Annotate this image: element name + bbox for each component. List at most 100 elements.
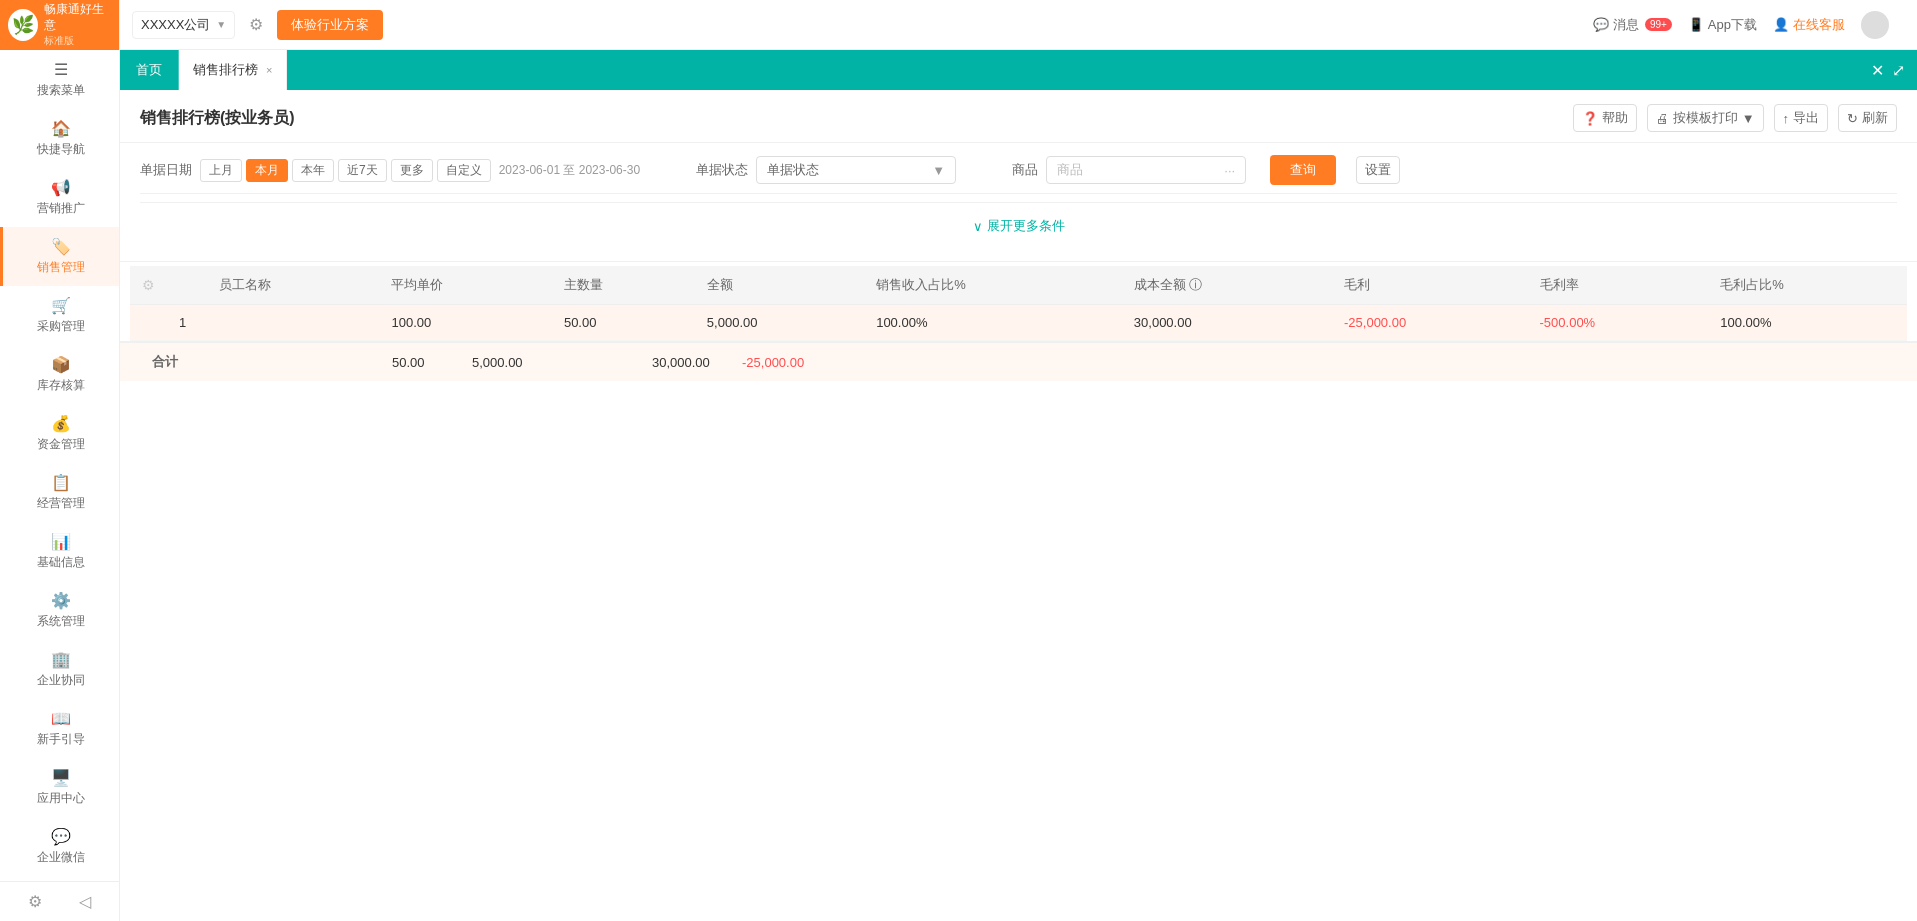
main-area: XXXXX公司 ▼ ⚙ 体验行业方案 💬 消息 99+ 📱 App下载 👤 在线… bbox=[120, 0, 1917, 921]
table-settings-icon[interactable]: ⚙ bbox=[142, 277, 155, 293]
col-header-profit: 毛利 bbox=[1332, 266, 1528, 305]
date-filter-label: 单据日期 bbox=[140, 161, 192, 179]
data-table: ⚙ 员工名称 平均单价 主数量 全额 销售收入占比% 成本全额 ⓘ 毛利 毛利率… bbox=[130, 266, 1907, 341]
message-badge: 99+ bbox=[1645, 18, 1672, 31]
sidebar-item-label: 快捷导航 bbox=[37, 141, 85, 158]
sidebar-item-enterprise[interactable]: 🏢 企业协同 bbox=[0, 640, 119, 699]
sidebar-item-marketing[interactable]: 📢 营销推广 bbox=[0, 168, 119, 227]
sidebar-item-purchase[interactable]: 🛒 采购管理 bbox=[0, 286, 119, 345]
tab-active-label: 销售排行榜 bbox=[193, 61, 258, 79]
sidebar-item-system[interactable]: ⚙️ 系统管理 bbox=[0, 581, 119, 640]
filter-row-1: 单据日期 上月 本月 本年 近7天 更多 自定义 2023-06-01 至 20… bbox=[140, 155, 1897, 185]
date-btn-last-month[interactable]: 上月 bbox=[200, 159, 242, 182]
cell-rank: 1 bbox=[167, 305, 207, 341]
online-service-btn[interactable]: 👤 在线客服 bbox=[1773, 16, 1845, 34]
col-header-amount: 全额 bbox=[695, 266, 864, 305]
page-actions: ❓ 帮助 🖨 按模板打印 ▼ ↑ 导出 ↻ 刷新 bbox=[1573, 104, 1897, 132]
message-btn[interactable]: 💬 消息 99+ bbox=[1593, 16, 1672, 34]
print-label: 按模板打印 bbox=[1673, 109, 1738, 127]
tab-home[interactable]: 首页 bbox=[120, 50, 179, 90]
date-filter-buttons: 上月 本月 本年 近7天 更多 自定义 bbox=[200, 159, 491, 182]
help-btn[interactable]: ❓ 帮助 bbox=[1573, 104, 1637, 132]
service-label: 在线客服 bbox=[1793, 16, 1845, 34]
sidebar-item-label: 营销推广 bbox=[37, 200, 85, 217]
expand-more-btn[interactable]: ∨ 展开更多条件 bbox=[973, 211, 1065, 241]
goods-filter: 商品 商品 ··· bbox=[1012, 156, 1246, 184]
date-btn-current-year[interactable]: 本年 bbox=[292, 159, 334, 182]
print-icon: 🖨 bbox=[1656, 111, 1669, 126]
industry-btn[interactable]: 体验行业方案 bbox=[277, 10, 383, 40]
tab-sales-ranking[interactable]: 销售排行榜 × bbox=[179, 50, 287, 90]
filter-bar: 单据日期 上月 本月 本年 近7天 更多 自定义 2023-06-01 至 20… bbox=[120, 143, 1917, 262]
refresh-btn[interactable]: ↻ 刷新 bbox=[1838, 104, 1897, 132]
avatar[interactable] bbox=[1861, 11, 1889, 39]
date-btn-current-month[interactable]: 本月 bbox=[246, 159, 288, 182]
purchase-icon: 🛒 bbox=[51, 296, 71, 315]
collapse-sidebar-icon[interactable]: ◁ bbox=[79, 892, 91, 911]
system-icon: ⚙️ bbox=[51, 591, 71, 610]
sidebar-nav: ☰ 搜索菜单 🏠 快捷导航 📢 营销推广 🏷️ 销售管理 🛒 采购管理 📦 库存… bbox=[0, 50, 119, 881]
goods-more-icon: ··· bbox=[1224, 163, 1235, 178]
page-content: 销售排行榜(按业务员) ❓ 帮助 🖨 按模板打印 ▼ ↑ 导出 ↻ 刷新 bbox=[120, 90, 1917, 921]
sidebar-item-inventory[interactable]: 📦 库存核算 bbox=[0, 345, 119, 404]
export-btn[interactable]: ↑ 导出 bbox=[1774, 104, 1829, 132]
sidebar-item-sales[interactable]: 🏷️ 销售管理 bbox=[0, 227, 119, 286]
refresh-icon: ↻ bbox=[1847, 111, 1858, 126]
table-header-row: ⚙ 员工名称 平均单价 主数量 全额 销售收入占比% 成本全额 ⓘ 毛利 毛利率… bbox=[130, 266, 1907, 305]
sidebar-item-beginner[interactable]: 📖 新手引导 bbox=[0, 699, 119, 758]
date-btn-last-7-days[interactable]: 近7天 bbox=[338, 159, 387, 182]
cell-profit: -25,000.00 bbox=[1332, 305, 1528, 341]
settings-btn[interactable]: 设置 bbox=[1356, 156, 1400, 184]
logo-icon: 🌿 bbox=[8, 9, 38, 41]
sidebar-item-finance[interactable]: 💰 资金管理 bbox=[0, 404, 119, 463]
sidebar-item-label: 应用中心 bbox=[37, 790, 85, 807]
app-download-btn[interactable]: 📱 App下载 bbox=[1688, 16, 1757, 34]
footer-amount: 5,000.00 bbox=[460, 355, 550, 370]
company-settings-icon[interactable]: ⚙ bbox=[245, 11, 267, 38]
settings-bottom-icon[interactable]: ⚙ bbox=[28, 892, 42, 911]
sidebar-item-label: 资金管理 bbox=[37, 436, 85, 453]
basic-info-icon: 📊 bbox=[51, 532, 71, 551]
window-expand-icon[interactable]: ⤢ bbox=[1892, 61, 1905, 80]
goods-input[interactable]: 商品 ··· bbox=[1046, 156, 1246, 184]
company-select[interactable]: XXXXX公司 ▼ bbox=[132, 11, 235, 39]
message-icon: 💬 bbox=[1593, 17, 1609, 32]
expand-more-label: 展开更多条件 bbox=[987, 217, 1065, 235]
header-right: 💬 消息 99+ 📱 App下载 👤 在线客服 bbox=[1593, 11, 1905, 39]
table-footer: 合计 50.00 5,000.00 30,000.00 -25,000.00 bbox=[120, 341, 1917, 381]
col-header-settings: ⚙ bbox=[130, 266, 167, 305]
cell-profit-rate: -500.00% bbox=[1528, 305, 1709, 341]
help-icon: ❓ bbox=[1582, 111, 1598, 126]
status-placeholder: 单据状态 bbox=[767, 161, 819, 179]
query-btn[interactable]: 查询 bbox=[1270, 155, 1336, 185]
help-label: 帮助 bbox=[1602, 109, 1628, 127]
status-filter-label: 单据状态 bbox=[696, 161, 748, 179]
expand-more-row: ∨ 展开更多条件 bbox=[140, 202, 1897, 249]
col-header-qty: 主数量 bbox=[552, 266, 695, 305]
cell-qty: 50.00 bbox=[552, 305, 695, 341]
sidebar-item-search-order[interactable]: ☰ 搜索菜单 bbox=[0, 50, 119, 109]
sidebar-item-operations[interactable]: 📋 经营管理 bbox=[0, 463, 119, 522]
app-download-label: App下载 bbox=[1708, 16, 1757, 34]
sidebar-item-label: 新手引导 bbox=[37, 731, 85, 748]
sidebar-item-label: 企业协同 bbox=[37, 672, 85, 689]
finance-icon: 💰 bbox=[51, 414, 71, 433]
print-btn[interactable]: 🖨 按模板打印 ▼ bbox=[1647, 104, 1764, 132]
date-btn-custom[interactable]: 自定义 bbox=[437, 159, 491, 182]
cell-name bbox=[207, 305, 379, 341]
sidebar-item-wechat[interactable]: 💬 企业微信 bbox=[0, 817, 119, 876]
top-header: XXXXX公司 ▼ ⚙ 体验行业方案 💬 消息 99+ 📱 App下载 👤 在线… bbox=[120, 0, 1917, 50]
date-btn-more[interactable]: 更多 bbox=[391, 159, 433, 182]
operations-icon: 📋 bbox=[51, 473, 71, 492]
sidebar-item-label: 销售管理 bbox=[37, 259, 85, 276]
status-select[interactable]: 单据状态 ▼ bbox=[756, 156, 956, 184]
print-dropdown-arrow: ▼ bbox=[1742, 111, 1755, 126]
sidebar-item-quick-nav[interactable]: 🏠 快捷导航 bbox=[0, 109, 119, 168]
cell-sales-pct: 100.00% bbox=[864, 305, 1122, 341]
tab-close-icon[interactable]: × bbox=[266, 64, 272, 76]
goods-placeholder: 商品 bbox=[1057, 161, 1083, 179]
cell-settings bbox=[130, 305, 167, 341]
sidebar-item-basic-info[interactable]: 📊 基础信息 bbox=[0, 522, 119, 581]
window-close-icon[interactable]: ✕ bbox=[1871, 61, 1884, 80]
sidebar-item-apps[interactable]: 🖥️ 应用中心 bbox=[0, 758, 119, 817]
